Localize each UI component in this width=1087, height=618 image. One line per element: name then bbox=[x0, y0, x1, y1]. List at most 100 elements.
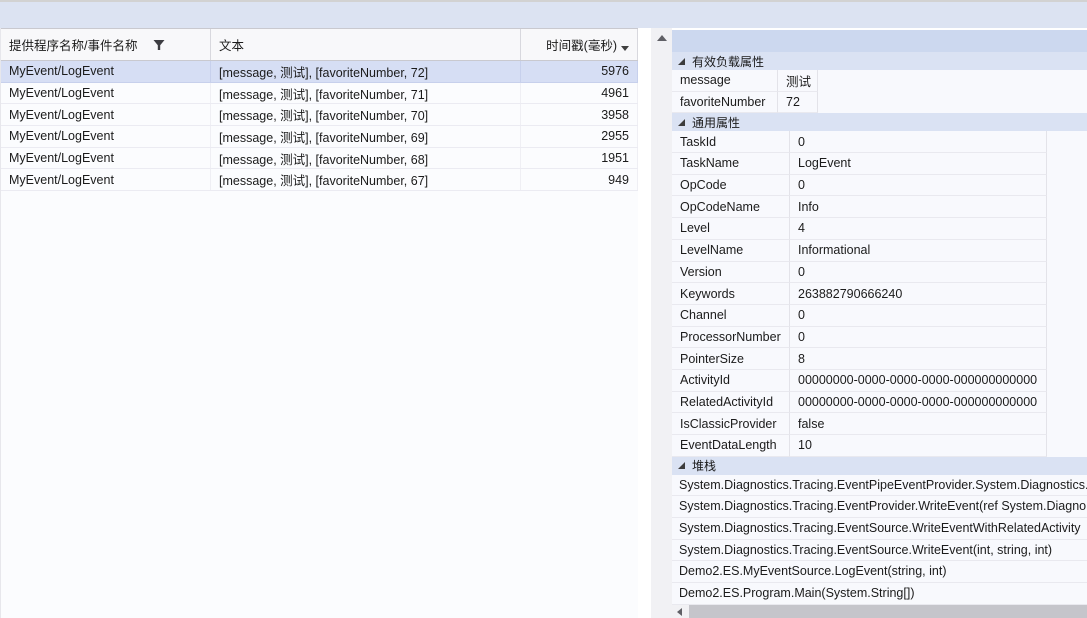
sort-descending-icon bbox=[621, 45, 629, 51]
property-label: favoriteNumber bbox=[672, 91, 778, 114]
property-row[interactable]: RelatedActivityId 00000000-0000-0000-000… bbox=[672, 391, 1087, 414]
property-row[interactable]: LevelName Informational bbox=[672, 239, 1087, 262]
property-row[interactable]: favoriteNumber 72 bbox=[672, 91, 1087, 114]
events-table: 提供程序名称/事件名称 文本 时间戳(毫秒) MyEvent/LogEvent … bbox=[0, 28, 638, 618]
section-header-stack[interactable]: 堆栈 bbox=[672, 456, 1087, 475]
property-label: TaskName bbox=[672, 153, 790, 175]
property-value: 0 bbox=[790, 174, 1047, 197]
property-value: LogEvent bbox=[790, 153, 1047, 175]
cell-provider: MyEvent/LogEvent bbox=[1, 61, 211, 82]
property-label: OpCode bbox=[672, 174, 790, 197]
property-value: Informational bbox=[790, 239, 1047, 262]
cell-provider: MyEvent/LogEvent bbox=[1, 82, 211, 104]
table-row[interactable]: MyEvent/LogEvent [message, 测试], [favorit… bbox=[1, 61, 638, 83]
table-row[interactable]: MyEvent/LogEvent [message, 测试], [favorit… bbox=[1, 82, 638, 105]
cell-provider: MyEvent/LogEvent bbox=[1, 147, 211, 169]
property-row[interactable]: OpCodeName Info bbox=[672, 196, 1087, 219]
scroll-left-icon[interactable] bbox=[677, 607, 682, 616]
property-row[interactable]: Channel 0 bbox=[672, 304, 1087, 327]
property-row[interactable]: Version 0 bbox=[672, 261, 1087, 284]
property-label: ActivityId bbox=[672, 369, 790, 392]
section-header-payload[interactable]: 有效负载属性 bbox=[672, 52, 1087, 70]
table-row[interactable]: MyEvent/LogEvent [message, 测试], [favorit… bbox=[1, 147, 638, 170]
property-value: 72 bbox=[778, 91, 818, 114]
scrollbar-thumb[interactable] bbox=[689, 605, 1087, 618]
property-value: 10 bbox=[790, 435, 1047, 457]
column-header-text[interactable]: 文本 bbox=[211, 29, 521, 60]
table-row[interactable]: MyEvent/LogEvent [message, 测试], [favorit… bbox=[1, 104, 638, 127]
stack-frame[interactable]: System.Diagnostics.Tracing.EventPipeEven… bbox=[672, 474, 1087, 497]
property-label: LevelName bbox=[672, 239, 790, 262]
stack-frame[interactable]: Demo2.ES.Program.Main(System.String[]) bbox=[672, 583, 1087, 605]
property-row[interactable]: IsClassicProvider false bbox=[672, 413, 1087, 435]
cell-text: [message, 测试], [favoriteNumber, 69] bbox=[211, 126, 521, 147]
section-header-common[interactable]: 通用属性 bbox=[672, 113, 1087, 132]
property-row[interactable]: TaskName LogEvent bbox=[672, 153, 1087, 175]
cell-timestamp: 5976 bbox=[521, 61, 638, 82]
cell-text: [message, 测试], [favoriteNumber, 72] bbox=[211, 61, 521, 82]
stack-frame[interactable]: System.Diagnostics.Tracing.EventProvider… bbox=[672, 496, 1087, 519]
column-header-timestamp-label: 时间戳(毫秒) bbox=[546, 39, 617, 53]
property-label: Channel bbox=[672, 304, 790, 327]
property-row[interactable]: Keywords 263882790666240 bbox=[672, 283, 1087, 305]
property-row[interactable]: TaskId 0 bbox=[672, 131, 1087, 154]
property-row[interactable]: ProcessorNumber 0 bbox=[672, 326, 1087, 349]
vertical-scrollbar[interactable] bbox=[651, 28, 672, 618]
cell-text: [message, 测试], [favoriteNumber, 71] bbox=[211, 82, 521, 104]
properties-panel: 有效负载属性 message 测试 favoriteNumber 72 通用属性… bbox=[672, 30, 1087, 618]
property-row[interactable]: PointerSize 8 bbox=[672, 348, 1087, 370]
properties-header-band bbox=[672, 30, 1087, 52]
property-label: message bbox=[672, 70, 778, 92]
property-label: PointerSize bbox=[672, 348, 790, 370]
property-value: 测试 bbox=[778, 70, 818, 92]
property-label: ProcessorNumber bbox=[672, 326, 790, 349]
stack-frame[interactable]: System.Diagnostics.Tracing.EventSource.W… bbox=[672, 518, 1087, 540]
property-value: false bbox=[790, 413, 1047, 435]
property-label: IsClassicProvider bbox=[672, 413, 790, 435]
cell-provider: MyEvent/LogEvent bbox=[1, 169, 211, 191]
property-row[interactable]: OpCode 0 bbox=[672, 174, 1087, 197]
cell-timestamp: 4961 bbox=[521, 82, 638, 104]
cell-timestamp: 3958 bbox=[521, 104, 638, 126]
property-label: Level bbox=[672, 218, 790, 240]
horizontal-scrollbar[interactable] bbox=[672, 605, 1087, 618]
column-header-timestamp[interactable]: 时间戳(毫秒) bbox=[521, 29, 638, 60]
cell-timestamp: 1951 bbox=[521, 147, 638, 169]
cell-provider: MyEvent/LogEvent bbox=[1, 126, 211, 147]
property-row[interactable]: ActivityId 00000000-0000-0000-0000-00000… bbox=[672, 369, 1087, 392]
events-table-header: 提供程序名称/事件名称 文本 时间戳(毫秒) bbox=[1, 28, 638, 61]
property-value: 00000000-0000-0000-0000-000000000000 bbox=[790, 369, 1047, 392]
property-value: Info bbox=[790, 196, 1047, 219]
cell-text: [message, 测试], [favoriteNumber, 67] bbox=[211, 169, 521, 191]
property-value: 4 bbox=[790, 218, 1047, 240]
property-row[interactable]: message 测试 bbox=[672, 70, 1087, 92]
table-row[interactable]: MyEvent/LogEvent [message, 测试], [favorit… bbox=[1, 169, 638, 192]
property-value: 0 bbox=[790, 304, 1047, 327]
property-value: 0 bbox=[790, 326, 1047, 349]
property-label: OpCodeName bbox=[672, 196, 790, 219]
property-label: TaskId bbox=[672, 131, 790, 154]
property-value: 0 bbox=[790, 261, 1047, 284]
section-title: 通用属性 bbox=[692, 115, 741, 130]
filter-icon[interactable] bbox=[153, 39, 165, 51]
stack-frame[interactable]: System.Diagnostics.Tracing.EventSource.W… bbox=[672, 539, 1087, 562]
expander-icon bbox=[678, 118, 685, 126]
table-row[interactable]: MyEvent/LogEvent [message, 测试], [favorit… bbox=[1, 126, 638, 148]
column-header-text-label: 文本 bbox=[219, 39, 245, 53]
property-row[interactable]: Level 4 bbox=[672, 218, 1087, 240]
property-value: 263882790666240 bbox=[790, 283, 1047, 305]
scroll-up-icon[interactable] bbox=[656, 35, 667, 41]
column-header-provider[interactable]: 提供程序名称/事件名称 bbox=[1, 29, 211, 60]
property-label: Keywords bbox=[672, 283, 790, 305]
property-value: 0 bbox=[790, 131, 1047, 154]
property-label: EventDataLength bbox=[672, 435, 790, 457]
top-toolbar-strip bbox=[0, 0, 1087, 28]
property-label: RelatedActivityId bbox=[672, 391, 790, 414]
cell-text: [message, 测试], [favoriteNumber, 68] bbox=[211, 147, 521, 169]
section-title: 有效负载属性 bbox=[692, 54, 765, 69]
property-row[interactable]: EventDataLength 10 bbox=[672, 435, 1087, 457]
stack-frame[interactable]: Demo2.ES.MyEventSource.LogEvent(string, … bbox=[672, 561, 1087, 584]
cell-text: [message, 测试], [favoriteNumber, 70] bbox=[211, 104, 521, 126]
section-title: 堆栈 bbox=[692, 459, 717, 474]
property-value: 00000000-0000-0000-0000-000000000000 bbox=[790, 391, 1047, 414]
